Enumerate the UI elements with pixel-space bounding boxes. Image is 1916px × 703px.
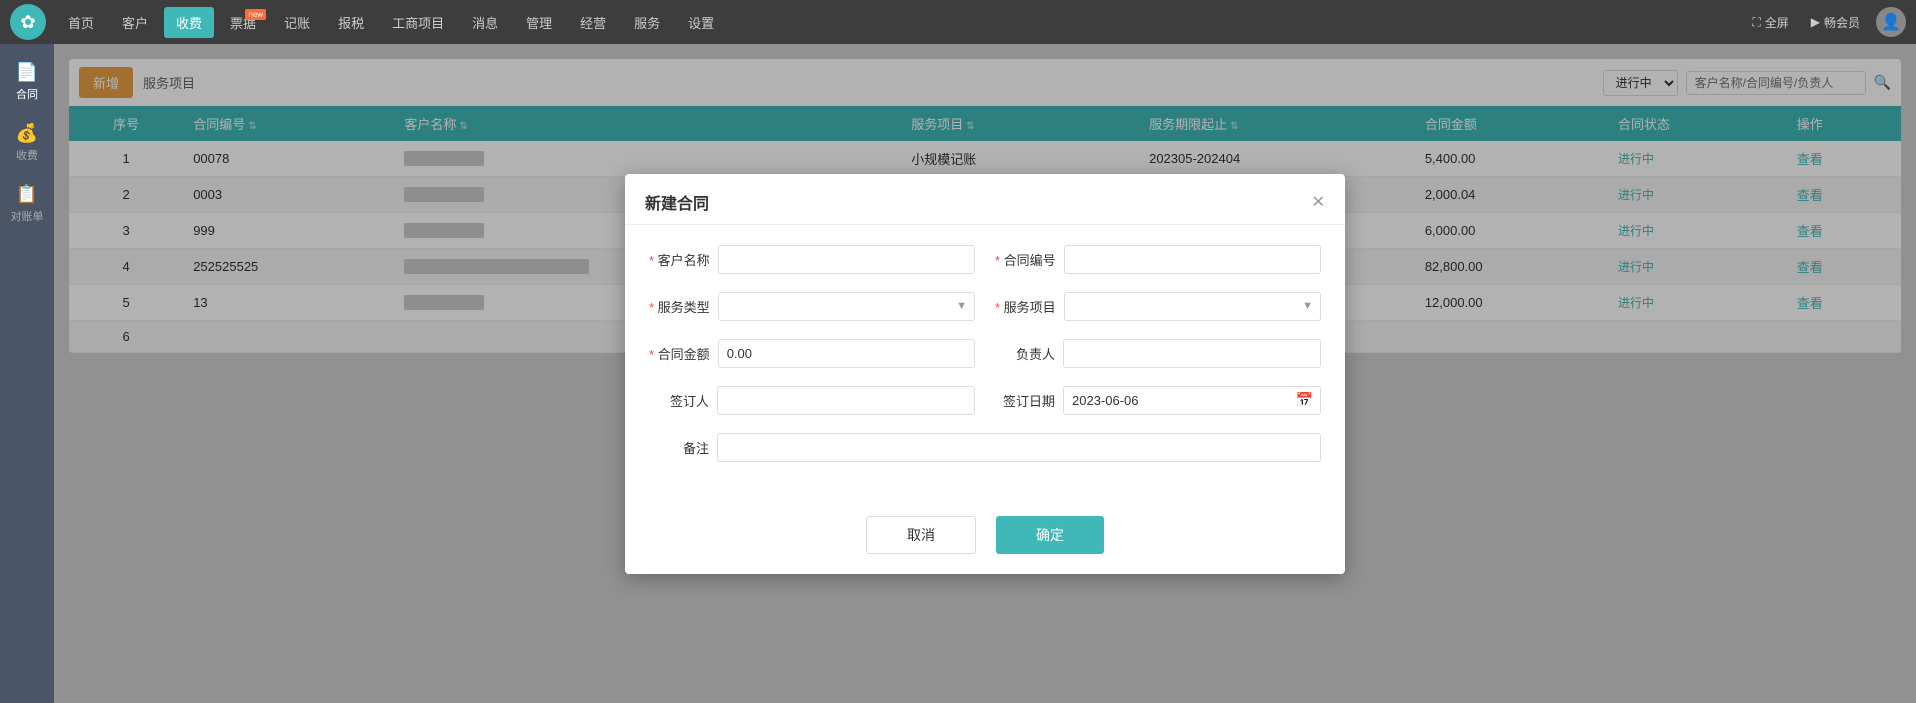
client-name-label: 客户名称 <box>649 250 710 269</box>
form-row-5: 备注 <box>649 433 1321 462</box>
responsible-input[interactable] <box>1063 339 1321 368</box>
remark-input[interactable] <box>717 433 1321 462</box>
form-group-contract-no: 合同编号 <box>995 245 1321 274</box>
form-group-amount: 合同金额 <box>649 339 975 368</box>
vip-button[interactable]: ▶ 畅会员 <box>1805 11 1866 34</box>
form-row-4: 签订人 签订日期 📅 <box>649 386 1321 415</box>
nav-item-home[interactable]: 首页 <box>56 7 106 38</box>
sidebar-item-contract[interactable]: 📄 合同 <box>0 54 54 110</box>
nav-item-message[interactable]: 消息 <box>460 7 510 38</box>
form-group-service-type: 服务类型 ▼ <box>649 292 975 321</box>
modal-overlay: 新建合同 ✕ 客户名称 合同编号 <box>54 44 1916 703</box>
service-type-select[interactable] <box>718 292 975 321</box>
contract-no-input[interactable] <box>1064 245 1321 274</box>
nav-item-fee[interactable]: 收费 <box>164 7 214 38</box>
contract-icon: 📄 <box>16 62 38 83</box>
statement-icon: 📋 <box>16 184 38 205</box>
fee-icon: 💰 <box>16 123 38 144</box>
form-group-client: 客户名称 <box>649 245 975 274</box>
new-badge: new <box>245 9 266 20</box>
sidebar-item-fee[interactable]: 💰 收费 <box>0 115 54 171</box>
sign-date-wrap: 📅 <box>1063 386 1321 415</box>
service-item-select-wrap: ▼ <box>1064 292 1321 321</box>
form-group-sign-date: 签订日期 📅 <box>995 386 1321 415</box>
nav-item-client[interactable]: 客户 <box>110 7 160 38</box>
fullscreen-icon: ⛶ <box>1752 15 1760 30</box>
nav-items: 首页 客户 收费 票据 new 记账 报税 工商项目 消息 管理 经营 服务 设… <box>56 7 1746 38</box>
nav-item-invoice[interactable]: 票据 new <box>218 7 268 38</box>
sign-date-input[interactable] <box>1063 386 1321 415</box>
nav-item-manage[interactable]: 管理 <box>514 7 564 38</box>
signer-label: 签订人 <box>649 391 709 410</box>
client-name-input[interactable] <box>718 245 975 274</box>
vip-icon: ▶ <box>1811 15 1820 29</box>
sidebar-item-statement[interactable]: 📋 对账单 <box>0 176 54 232</box>
form-group-remark: 备注 <box>649 433 1321 462</box>
nav-item-service[interactable]: 服务 <box>622 7 672 38</box>
modal-close-button[interactable]: ✕ <box>1312 192 1325 212</box>
form-row-1: 客户名称 合同编号 <box>649 245 1321 274</box>
modal-title: 新建合同 <box>645 190 709 214</box>
left-sidebar: 📄 合同 💰 收费 📋 对账单 <box>0 44 54 703</box>
nav-item-bookkeeping[interactable]: 记账 <box>272 7 322 38</box>
form-group-service-item: 服务项目 ▼ <box>995 292 1321 321</box>
nav-item-settings[interactable]: 设置 <box>676 7 726 38</box>
new-contract-modal: 新建合同 ✕ 客户名称 合同编号 <box>625 174 1345 574</box>
contract-no-label: 合同编号 <box>995 250 1056 269</box>
service-item-label: 服务项目 <box>995 297 1056 316</box>
amount-input[interactable] <box>718 339 975 368</box>
nav-item-commerce[interactable]: 工商项目 <box>380 7 456 38</box>
avatar[interactable]: 👤 <box>1876 7 1906 37</box>
responsible-label: 负责人 <box>995 344 1055 363</box>
content-area: 新增 服务项目 进行中 已完成 已终止 🔍 序号 合同编 <box>54 44 1916 703</box>
amount-label: 合同金额 <box>649 344 710 363</box>
signer-input[interactable] <box>717 386 975 415</box>
service-item-select[interactable] <box>1064 292 1321 321</box>
logo: ✿ <box>10 4 46 40</box>
form-group-signer: 签订人 <box>649 386 975 415</box>
modal-header: 新建合同 ✕ <box>625 174 1345 225</box>
fullscreen-button[interactable]: ⛶ 全屏 <box>1746 11 1794 34</box>
form-row-3: 合同金额 负责人 <box>649 339 1321 368</box>
nav-item-tax[interactable]: 报税 <box>326 7 376 38</box>
modal-body: 客户名称 合同编号 服务类型 <box>625 225 1345 500</box>
remark-label: 备注 <box>649 438 709 457</box>
top-nav: ✿ 首页 客户 收费 票据 new 记账 报税 工商项目 消息 管理 经营 服务… <box>0 0 1916 44</box>
cancel-button[interactable]: 取消 <box>866 516 976 554</box>
form-group-responsible: 负责人 <box>995 339 1321 368</box>
main-layout: 📄 合同 💰 收费 📋 对账单 新增 服务项目 进行中 已完成 已终止 <box>0 44 1916 703</box>
nav-item-operate[interactable]: 经营 <box>568 7 618 38</box>
sign-date-label: 签订日期 <box>995 391 1055 410</box>
nav-right: ⛶ 全屏 ▶ 畅会员 👤 <box>1746 7 1906 37</box>
service-type-select-wrap: ▼ <box>718 292 975 321</box>
form-row-2: 服务类型 ▼ 服务项目 ▼ <box>649 292 1321 321</box>
confirm-button[interactable]: 确定 <box>996 516 1104 554</box>
service-type-label: 服务类型 <box>649 297 710 316</box>
modal-footer: 取消 确定 <box>625 500 1345 574</box>
